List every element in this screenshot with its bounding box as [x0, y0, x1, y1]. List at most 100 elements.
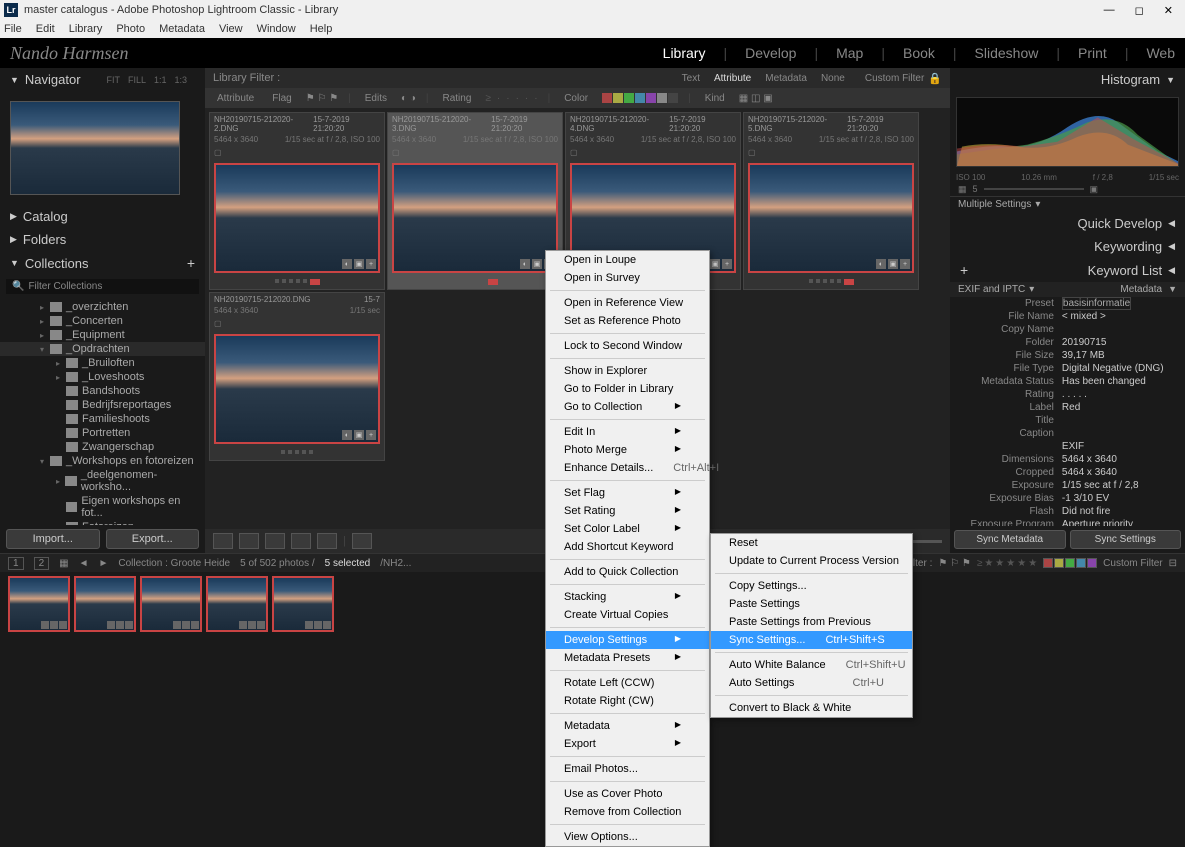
flag-icons[interactable]: ⚑ ⚐ ⚑ — [306, 93, 338, 104]
module-web[interactable]: Web — [1146, 45, 1175, 61]
filmstrip-thumb[interactable] — [206, 576, 268, 632]
painter-tool[interactable] — [352, 533, 372, 549]
context-menu[interactable]: Open in LoupeOpen in Survey Open in Refer… — [545, 250, 710, 847]
menu-view[interactable]: View — [219, 23, 243, 35]
menu-item[interactable]: Open in Survey — [546, 269, 709, 287]
grid-view-button[interactable] — [213, 533, 233, 549]
nav-mode-FIT[interactable]: FIT — [106, 75, 120, 85]
histo-slider[interactable] — [984, 188, 1084, 190]
maximize-button[interactable]: ◻ — [1135, 4, 1144, 17]
menu-item[interactable]: Email Photos... — [546, 760, 709, 778]
menu-item[interactable]: Set Color Label▶ — [546, 520, 709, 538]
screen2-icon[interactable]: 2 — [34, 557, 50, 570]
menu-photo[interactable]: Photo — [116, 23, 145, 35]
module-print[interactable]: Print — [1078, 45, 1107, 61]
menu-item[interactable]: Use as Cover Photo — [546, 785, 709, 803]
sync-metadata-button[interactable]: Sync Metadata — [954, 530, 1066, 549]
menu-item[interactable]: Reset — [711, 534, 912, 552]
flag-filter-icons[interactable]: ⚑ ⚐ ⚑ — [938, 558, 970, 569]
menu-item[interactable]: Open in Loupe — [546, 251, 709, 269]
menu-library[interactable]: Library — [69, 23, 103, 35]
grid-cell[interactable]: NH20190715-212020-5.DNG15-7-2019 21:20:2… — [743, 112, 919, 290]
kind-icons[interactable]: ▦ ◫ ▣ — [739, 93, 773, 104]
menu-item[interactable]: Add to Quick Collection — [546, 563, 709, 581]
menu-item[interactable]: Paste Settings from Previous — [711, 613, 912, 631]
collection-item[interactable]: Eigen workshops en fot... — [0, 494, 205, 520]
menu-item[interactable]: Convert to Black & White — [711, 699, 912, 717]
sync-settings-button[interactable]: Sync Settings — [1070, 530, 1182, 549]
filter-collections-input[interactable]: 🔍Filter Collections — [6, 279, 199, 294]
filmstrip-thumb[interactable] — [8, 576, 70, 632]
collection-item[interactable]: ▸_Equipment — [0, 328, 205, 342]
screen1-icon[interactable]: 1 — [8, 557, 24, 570]
module-library[interactable]: Library — [663, 45, 706, 61]
edit-icons[interactable]: ◐ ◑ — [401, 93, 416, 104]
lock-icon[interactable]: 🔒 — [928, 72, 942, 85]
menu-metadata[interactable]: Metadata — [159, 23, 205, 35]
grid-cell[interactable]: NH20190715-212020-3.DNG15-7-2019 21:20:2… — [387, 112, 563, 290]
compare-view-button[interactable] — [265, 533, 285, 549]
menu-item[interactable]: Go to Folder in Library — [546, 380, 709, 398]
collection-item[interactable]: Bandshoots — [0, 384, 205, 398]
menu-edit[interactable]: Edit — [36, 23, 55, 35]
people-view-button[interactable] — [317, 533, 337, 549]
survey-view-button[interactable] — [291, 533, 311, 549]
histogram-header[interactable]: Histogram▼ — [950, 68, 1185, 91]
develop-settings-submenu[interactable]: ResetUpdate to Current Process VersionCo… — [710, 533, 913, 718]
menu-item[interactable]: Go to Collection▶ — [546, 398, 709, 416]
star-filter[interactable]: ≥★★★★★ — [977, 558, 1037, 569]
menu-item[interactable]: Remove from Collection — [546, 803, 709, 821]
grid-cell[interactable]: NH20190715-212020.DNG15-75464 x 36401/15… — [209, 292, 385, 461]
folders-header[interactable]: ▶Folders — [0, 228, 205, 251]
collection-item[interactable]: ▾_Opdrachten — [0, 342, 205, 356]
keywording-header[interactable]: Keywording◀ — [950, 235, 1185, 258]
filter-tab-metadata[interactable]: Metadata — [765, 73, 807, 84]
nav-mode-FILL[interactable]: FILL — [128, 75, 146, 85]
catalog-header[interactable]: ▶Catalog — [0, 205, 205, 228]
module-slideshow[interactable]: Slideshow — [975, 45, 1039, 61]
menu-item[interactable]: Set as Reference Photo — [546, 312, 709, 330]
menu-item[interactable]: Lock to Second Window — [546, 337, 709, 355]
collection-item[interactable]: Familieshoots — [0, 412, 205, 426]
plus-icon[interactable]: + — [960, 262, 968, 278]
collection-item[interactable]: Zwangerschap — [0, 440, 205, 454]
export-button[interactable]: Export... — [106, 529, 200, 549]
keyword-list-header[interactable]: +Keyword List◀ — [950, 258, 1185, 282]
menu-item[interactable]: Auto SettingsCtrl+U — [711, 674, 912, 692]
menu-item[interactable]: Open in Reference View — [546, 294, 709, 312]
menu-item[interactable]: Edit In▶ — [546, 423, 709, 441]
menu-item[interactable]: Set Rating▶ — [546, 502, 709, 520]
collection-item[interactable]: ▸_Concerten — [0, 314, 205, 328]
menu-item[interactable]: Show in Explorer — [546, 362, 709, 380]
histogram-chart[interactable] — [956, 97, 1179, 167]
filmstrip-thumb[interactable] — [272, 576, 334, 632]
menu-item[interactable]: Set Flag▶ — [546, 484, 709, 502]
menu-item[interactable]: Metadata▶ — [546, 717, 709, 735]
menu-item[interactable]: Rotate Right (CW) — [546, 692, 709, 710]
filter-tab-none[interactable]: None — [821, 73, 845, 84]
menu-item[interactable]: Create Virtual Copies — [546, 606, 709, 624]
loupe-view-button[interactable] — [239, 533, 259, 549]
menu-item[interactable]: Photo Merge▶ — [546, 441, 709, 459]
grid-cell[interactable]: NH20190715-212020-2.DNG15-7-2019 21:20:2… — [209, 112, 385, 290]
back-icon[interactable]: ◄ — [79, 558, 89, 569]
menu-help[interactable]: Help — [310, 23, 333, 35]
label-filter[interactable] — [1043, 558, 1097, 568]
menu-item[interactable]: Sync Settings...Ctrl+Shift+S — [711, 631, 912, 649]
collection-item[interactable]: ▸_deelgenomen-worksho... — [0, 468, 205, 494]
menu-item[interactable]: Copy Settings... — [711, 577, 912, 595]
navigator-header[interactable]: ▼ Navigator FITFILL1:11:3 — [0, 68, 205, 91]
menu-item[interactable]: Develop Settings▶ — [546, 631, 709, 649]
menu-window[interactable]: Window — [257, 23, 296, 35]
collection-item[interactable]: ▸_Loveshoots — [0, 370, 205, 384]
collections-header[interactable]: ▼Collections+ — [0, 251, 205, 275]
collection-item[interactable]: Portretten — [0, 426, 205, 440]
menu-item[interactable]: Export▶ — [546, 735, 709, 753]
nav-mode-1:3[interactable]: 1:3 — [174, 75, 187, 85]
menu-item[interactable]: Paste Settings — [711, 595, 912, 613]
filmstrip-thumb[interactable] — [74, 576, 136, 632]
menu-item[interactable]: Rotate Left (CCW) — [546, 674, 709, 692]
custom-filter-dropdown[interactable]: Custom Filter — [865, 73, 924, 84]
import-button[interactable]: Import... — [6, 529, 100, 549]
filmstrip-thumb[interactable] — [140, 576, 202, 632]
